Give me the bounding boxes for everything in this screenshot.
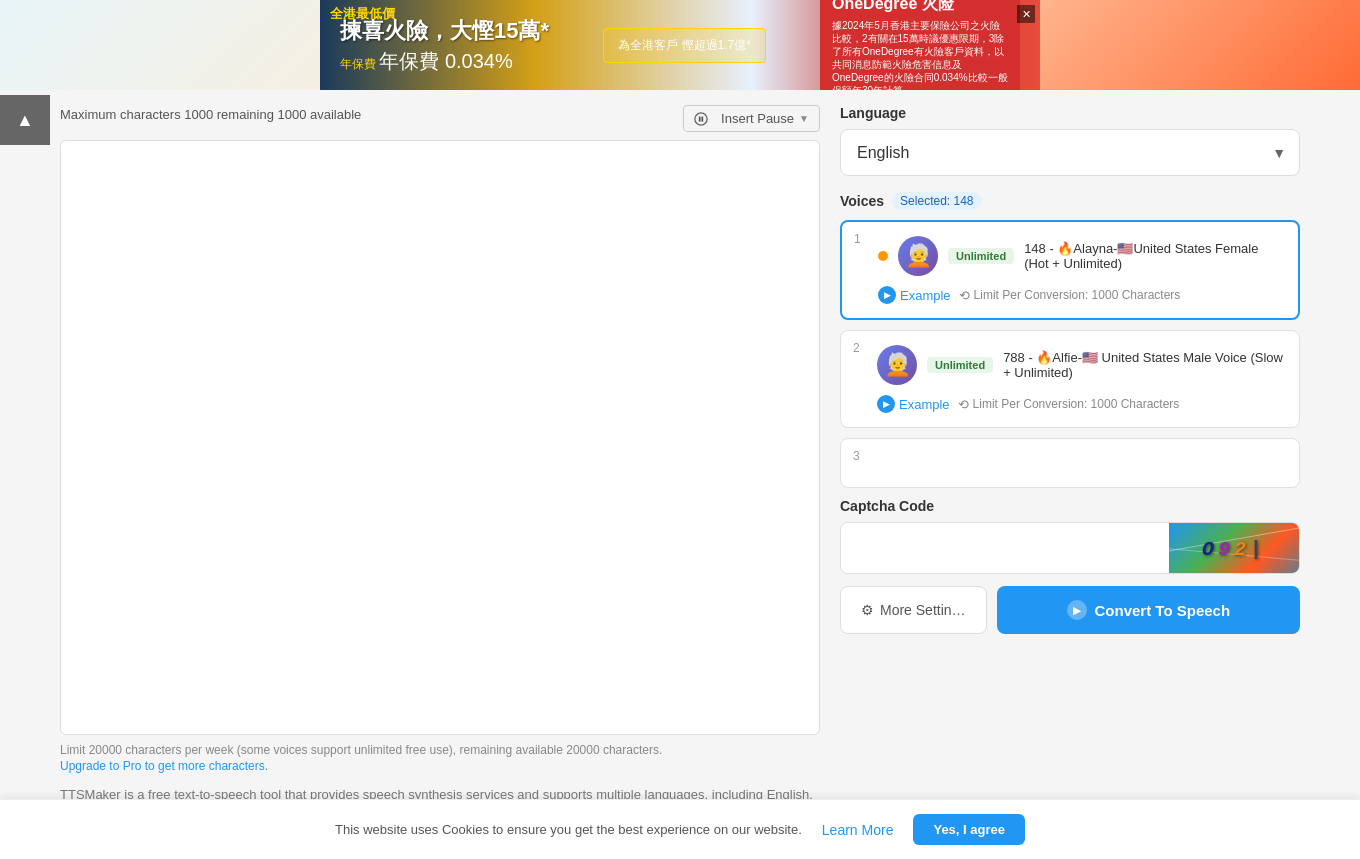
voice-card-2-header: 🧑‍🦳 Unlimited 788 - 🔥Alfie-🇺🇸 United Sta…: [857, 345, 1283, 385]
ad-subtext: 年保費 年保費 0.034%: [340, 48, 549, 75]
voice-card-3[interactable]: 3: [840, 438, 1300, 488]
voice-card-1[interactable]: 1 🧑‍🦳 Unlimited 148 - 🔥Alayna-🇺🇸United S…: [840, 220, 1300, 320]
language-label: Language: [840, 105, 1300, 121]
more-settings-button[interactable]: ⚙ More Settin…: [840, 586, 987, 634]
voice-name-1: 148 - 🔥Alayna-🇺🇸United States Female (Ho…: [1024, 241, 1282, 271]
captcha-image: O92|: [1169, 523, 1299, 574]
voice-badge-1: Unlimited: [948, 248, 1014, 264]
svg-rect-1: [699, 116, 701, 121]
convert-play-icon: ▶: [1067, 600, 1087, 620]
ad-close-button[interactable]: ✕: [1017, 5, 1035, 23]
scroll-up-button[interactable]: ▲: [0, 95, 50, 145]
play-icon-1: ▶: [878, 286, 896, 304]
main-container: Maximum characters 1000 remaining 1000 a…: [0, 90, 1360, 842]
action-row: ⚙ More Settin… ▶ Convert To Speech: [840, 586, 1300, 634]
voice-badge-2: Unlimited: [927, 357, 993, 373]
svg-point-0: [695, 112, 707, 124]
selected-dot-icon: [878, 251, 888, 261]
limit-icon-2: ⟲: [958, 397, 969, 412]
left-panel: Maximum characters 1000 remaining 1000 a…: [60, 105, 820, 827]
voice-avatar-2: 🧑‍🦳: [877, 345, 917, 385]
voice-play-button-1[interactable]: ▶ Example: [878, 286, 951, 304]
voice-limit-info-2: ⟲ Limit Per Conversion: 1000 Characters: [958, 397, 1180, 412]
voice-number-3: 3: [853, 449, 860, 463]
char-limit-info: Limit 20000 characters per week (some vo…: [60, 743, 820, 757]
insert-pause-button[interactable]: Insert Pause ▼: [683, 105, 820, 132]
text-input[interactable]: [76, 156, 804, 716]
voice-card-2[interactable]: 2 🧑‍🦳 Unlimited 788 - 🔥Alfie-🇺🇸 United S…: [840, 330, 1300, 428]
voices-label: Voices: [840, 193, 884, 209]
convert-to-speech-button[interactable]: ▶ Convert To Speech: [997, 586, 1300, 634]
voice-play-button-2[interactable]: ▶ Example: [877, 395, 950, 413]
char-info-row: Maximum characters 1000 remaining 1000 a…: [60, 105, 820, 132]
captcha-label: Captcha Code: [840, 498, 1300, 514]
language-select[interactable]: English Chinese Japanese Korean French G…: [840, 129, 1300, 176]
play-icon-2: ▶: [877, 395, 895, 413]
captcha-input[interactable]: [841, 523, 1169, 573]
voice-number-2: 2: [853, 341, 860, 355]
chevron-down-icon: ▼: [799, 113, 809, 124]
voice-example-label-2: Example: [899, 397, 950, 412]
ad-right-panel: OneDegree 火险 據2024年5月香港主要保險公司之火險比較，2有關在1…: [820, 0, 1020, 90]
voice-limit-text-1: Limit Per Conversion: 1000 Characters: [974, 288, 1181, 302]
limit-icon-1: ⟲: [959, 288, 970, 303]
captcha-wrapper: O92|: [840, 522, 1300, 574]
voice-play-row-2: ▶ Example ⟲ Limit Per Conversion: 1000 C…: [857, 395, 1283, 413]
char-info-text: Maximum characters 1000 remaining 1000 a…: [60, 107, 361, 122]
upgrade-link[interactable]: Upgrade to Pro to get more characters.: [60, 759, 268, 773]
voices-header: Voices Selected: 148: [840, 192, 1300, 210]
ad-promo: 為全港客戶 慳超過1.7億*: [618, 37, 751, 54]
pause-icon: [694, 112, 708, 126]
cookie-learn-more-link[interactable]: Learn More: [822, 822, 894, 838]
voice-avatar-1: 🧑‍🦳: [898, 236, 938, 276]
ad-banner: 全港最低價 揀喜火險，大慳15萬* 年保費 年保費 0.034% 為全港客戶 慳…: [0, 0, 1360, 90]
voices-selected-badge: Selected: 148: [892, 192, 981, 210]
voice-example-label-1: Example: [900, 288, 951, 303]
more-settings-label: More Settin…: [880, 602, 966, 618]
voice-card-1-header: 🧑‍🦳 Unlimited 148 - 🔥Alayna-🇺🇸United Sta…: [858, 236, 1282, 276]
voice-name-2: 788 - 🔥Alfie-🇺🇸 United States Male Voice…: [1003, 350, 1283, 380]
settings-icon: ⚙: [861, 602, 874, 618]
language-select-wrapper: English Chinese Japanese Korean French G…: [840, 129, 1300, 176]
right-panel: Language English Chinese Japanese Korean…: [840, 105, 1300, 827]
convert-label: Convert To Speech: [1095, 602, 1231, 619]
cookie-text: This website uses Cookies to ensure you …: [335, 822, 802, 837]
ad-text-small: 全港最低價: [330, 5, 395, 23]
cookie-banner: This website uses Cookies to ensure you …: [0, 799, 1360, 842]
text-editor-area: [60, 140, 820, 735]
voice-limit-info-1: ⟲ Limit Per Conversion: 1000 Characters: [959, 288, 1181, 303]
voice-number-1: 1: [854, 232, 861, 246]
voice-limit-text-2: Limit Per Conversion: 1000 Characters: [973, 397, 1180, 411]
svg-rect-2: [702, 116, 704, 121]
cookie-agree-button[interactable]: Yes, I agree: [913, 814, 1025, 842]
insert-pause-label-text: Insert Pause: [721, 111, 794, 126]
voice-play-row-1: ▶ Example ⟲ Limit Per Conversion: 1000 C…: [858, 286, 1282, 304]
